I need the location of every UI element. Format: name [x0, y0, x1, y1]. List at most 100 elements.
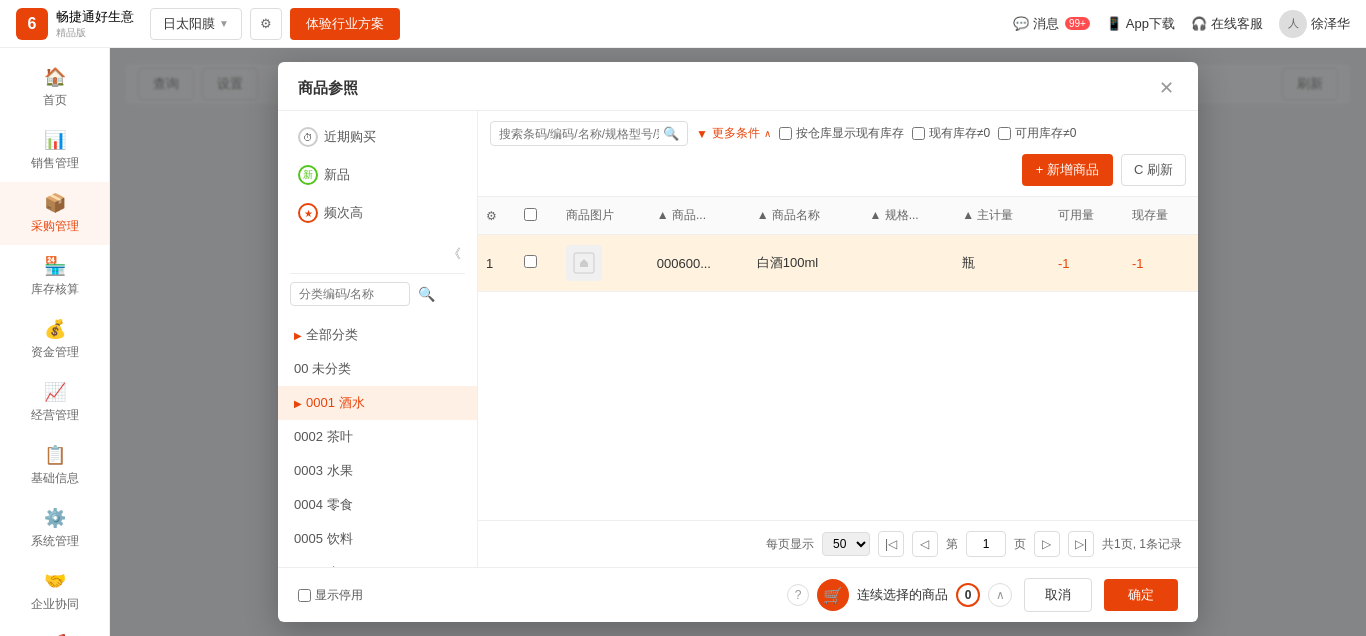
arrow-icon-0001: ▶	[294, 398, 302, 409]
nav-selector[interactable]: 日太阳膜 ▼	[150, 8, 242, 40]
sidebar-label-system: 系统管理	[31, 533, 79, 550]
cell-num: 1	[478, 235, 516, 292]
sidebar-item-operations[interactable]: 📈 经营管理	[0, 371, 109, 434]
cart-count-badge: 0	[956, 583, 980, 607]
filter-bar: 🔍 ▼ 更多条件 ∧ 按仓库显示现有库存	[478, 111, 1198, 197]
user-item[interactable]: 人 徐泽华	[1279, 10, 1350, 38]
sidebar-item-enterprise[interactable]: 🤝 企业协同	[0, 560, 109, 623]
gear-button[interactable]: ⚙	[250, 8, 282, 40]
enterprise-icon: 🤝	[44, 570, 66, 592]
refresh-btn[interactable]: C 刷新	[1121, 154, 1186, 186]
sidebar-item-guide[interactable]: 🚀 新手引导	[0, 623, 109, 636]
page-label: 第	[946, 536, 958, 553]
arrow-icon: ▶	[294, 330, 302, 341]
collapse-cart-btn[interactable]: ∧	[988, 583, 1012, 607]
modal-body: ⏱ 近期购买 新 新品 ★ 频次高	[278, 111, 1198, 567]
col-image: 商品图片	[558, 197, 649, 235]
sidebar-label-inventory: 库存核算	[31, 281, 79, 298]
cat-item-0003[interactable]: 0003 水果	[278, 454, 477, 488]
trial-button[interactable]: 体验行业方案	[290, 8, 400, 40]
filter-arrow-icon: ∧	[764, 128, 771, 139]
first-page-btn[interactable]: |◁	[878, 531, 904, 557]
col-spec[interactable]: ▲ 规格...	[861, 197, 954, 235]
check-stock-not-zero[interactable]: 现有库存≠0	[912, 125, 990, 142]
category-search-input[interactable]	[290, 282, 410, 306]
star-icon: ★	[298, 203, 318, 223]
col-name[interactable]: ▲ 商品名称	[749, 197, 862, 235]
col-available: 可用量	[1050, 197, 1124, 235]
sidebar-item-basic-info[interactable]: 📋 基础信息	[0, 434, 109, 497]
collapse-left-btn[interactable]: 《	[440, 239, 469, 269]
recent-label: 近期购买	[324, 128, 376, 146]
add-product-btn[interactable]: + 新增商品	[1022, 154, 1113, 186]
product-search-input[interactable]	[499, 127, 659, 141]
cat-item-0001[interactable]: ▶ 0001 酒水	[278, 386, 477, 420]
check-warehouse[interactable]: 按仓库显示现有库存	[779, 125, 904, 142]
mobile-icon: 📱	[1106, 16, 1122, 31]
cell-code: 000600...	[649, 235, 749, 292]
prev-page-btn[interactable]: ◁	[912, 531, 938, 557]
app-download-item[interactable]: 📱 App下载	[1106, 15, 1175, 33]
freq-label: 频次高	[324, 204, 363, 222]
cart-label: 连续选择的商品	[857, 586, 948, 604]
col-unit[interactable]: ▲ 主计量	[954, 197, 1050, 235]
sidebar-item-sales[interactable]: 📊 销售管理	[0, 119, 109, 182]
sidebar-item-purchase[interactable]: 📦 采购管理	[0, 182, 109, 245]
per-page-label: 每页显示	[766, 536, 814, 553]
message-item[interactable]: 💬 消息 99+	[1013, 15, 1090, 33]
sidebar-item-system[interactable]: ⚙️ 系统管理	[0, 497, 109, 560]
modal-close-button[interactable]: ✕	[1154, 76, 1178, 100]
product-reference-modal: 商品参照 ✕ ⏱ 近期购买 新 新品	[278, 62, 1198, 622]
help-icon[interactable]: ?	[787, 584, 809, 606]
pagination: 每页显示 50 |◁ ◁ 第 页 ▷ ▷| 共1页, 1条记录	[478, 520, 1198, 567]
online-service-item[interactable]: 🎧 在线客服	[1191, 15, 1263, 33]
cat-item-00[interactable]: 00 未分类	[278, 352, 477, 386]
check-available-not-zero[interactable]: 可用库存≠0	[998, 125, 1076, 142]
logo-area: 6 畅捷通好生意 精品版	[16, 8, 134, 40]
select-all-checkbox[interactable]	[524, 208, 537, 221]
table-row[interactable]: 1	[478, 235, 1198, 292]
last-page-btn[interactable]: ▷|	[1068, 531, 1094, 557]
next-page-btn[interactable]: ▷	[1034, 531, 1060, 557]
cell-unit: 瓶	[954, 235, 1050, 292]
col-settings[interactable]: ⚙	[478, 197, 516, 235]
cat-item-0008[interactable]: 0008 水	[278, 556, 477, 567]
cart-button[interactable]: 🛒	[817, 579, 849, 611]
finance-icon: 💰	[44, 318, 66, 340]
cell-checkbox[interactable]	[516, 235, 557, 292]
page-total-info: 共1页, 1条记录	[1102, 536, 1182, 553]
cell-name: 白酒100ml	[749, 235, 862, 292]
category-list: ▶ 全部分类 00 未分类 ▶ 0001 酒水 0002 茶叶 0003 水果 …	[278, 314, 477, 567]
filter-icon: ▼	[696, 127, 708, 141]
confirm-button[interactable]: 确定	[1104, 579, 1178, 611]
page-label-2: 页	[1014, 536, 1026, 553]
col-code[interactable]: ▲ 商品...	[649, 197, 749, 235]
cancel-button[interactable]: 取消	[1024, 578, 1092, 612]
sidebar-item-home[interactable]: 🏠 首页	[0, 56, 109, 119]
cat-item-0002[interactable]: 0002 茶叶	[278, 420, 477, 454]
sidebar-item-inventory[interactable]: 🏪 库存核算	[0, 245, 109, 308]
filter-more-btn[interactable]: ▼ 更多条件 ∧	[696, 125, 771, 142]
headset-icon: 🎧	[1191, 16, 1207, 31]
new-label: 新品	[324, 166, 350, 184]
cat-item-all[interactable]: ▶ 全部分类	[278, 318, 477, 352]
per-page-select[interactable]: 50	[822, 532, 870, 556]
product-table-container: ⚙ 商品图片 ▲ 商品... ▲ 商品名称	[478, 197, 1198, 520]
category-search-button[interactable]: 🔍	[414, 282, 438, 306]
quick-recent[interactable]: ⏱ 近期购买	[290, 121, 465, 153]
sidebar-item-finance[interactable]: 💰 资金管理	[0, 308, 109, 371]
cat-item-0005[interactable]: 0005 饮料	[278, 522, 477, 556]
operations-icon: 📈	[44, 381, 66, 403]
sidebar-label-sales: 销售管理	[31, 155, 79, 172]
message-icon: 💬	[1013, 16, 1029, 31]
col-checkbox	[516, 197, 557, 235]
inventory-icon: 🏪	[44, 255, 66, 277]
cat-item-0004[interactable]: 0004 零食	[278, 488, 477, 522]
page-number-input[interactable]	[966, 531, 1006, 557]
show-disabled-checkbox[interactable]: 显示停用	[298, 587, 363, 604]
sidebar-label-home: 首页	[43, 92, 67, 109]
home-icon: 🏠	[44, 66, 66, 88]
quick-new[interactable]: 新 新品	[290, 159, 465, 191]
product-thumbnail	[566, 245, 602, 281]
quick-freq[interactable]: ★ 频次高	[290, 197, 465, 229]
